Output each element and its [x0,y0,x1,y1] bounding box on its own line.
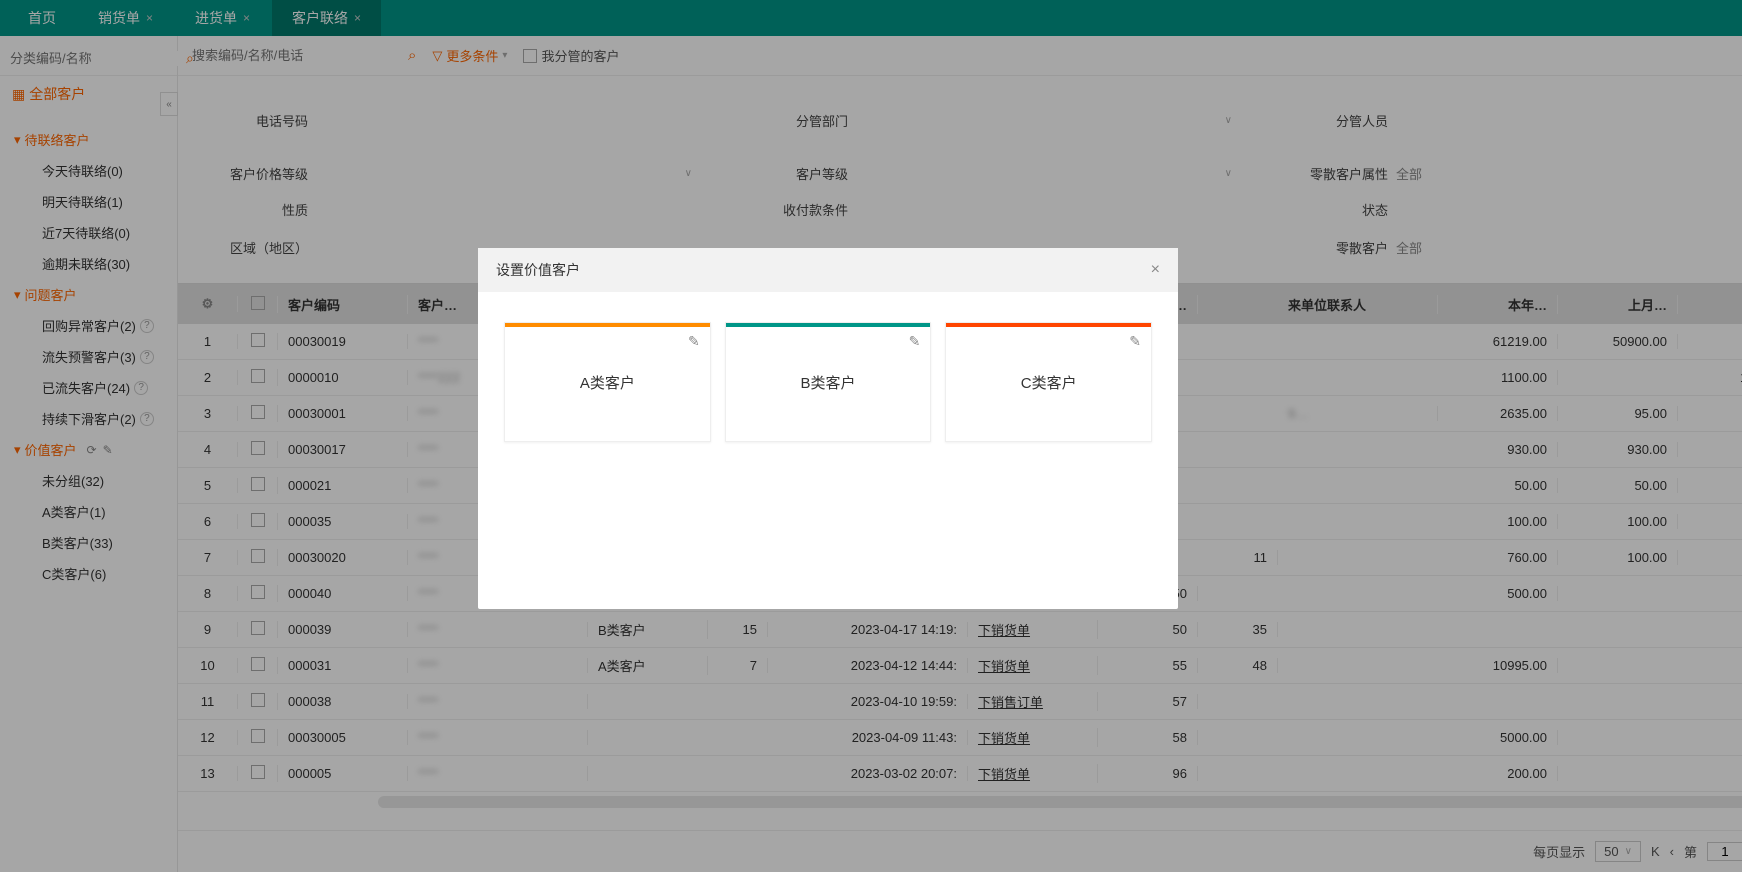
card-class-a[interactable]: ✎ A类客户 [504,322,711,442]
card-class-c[interactable]: ✎ C类客户 [945,322,1152,442]
value-customer-modal: 设置价值客户 × ✎ A类客户 ✎ B类客户 ✎ C类客户 [478,248,1178,609]
modal-title: 设置价值客户 [496,260,580,280]
card-label: B类客户 [801,372,856,393]
card-class-b[interactable]: ✎ B类客户 [725,322,932,442]
modal-body: ✎ A类客户 ✎ B类客户 ✎ C类客户 [478,292,1178,472]
edit-icon[interactable]: ✎ [1129,333,1141,350]
modal-header: 设置价值客户 × [478,248,1178,292]
edit-icon[interactable]: ✎ [909,333,921,350]
card-label: C类客户 [1021,372,1077,393]
card-label: A类客户 [580,372,635,393]
close-icon[interactable]: × [1151,261,1160,279]
edit-icon[interactable]: ✎ [688,333,700,350]
